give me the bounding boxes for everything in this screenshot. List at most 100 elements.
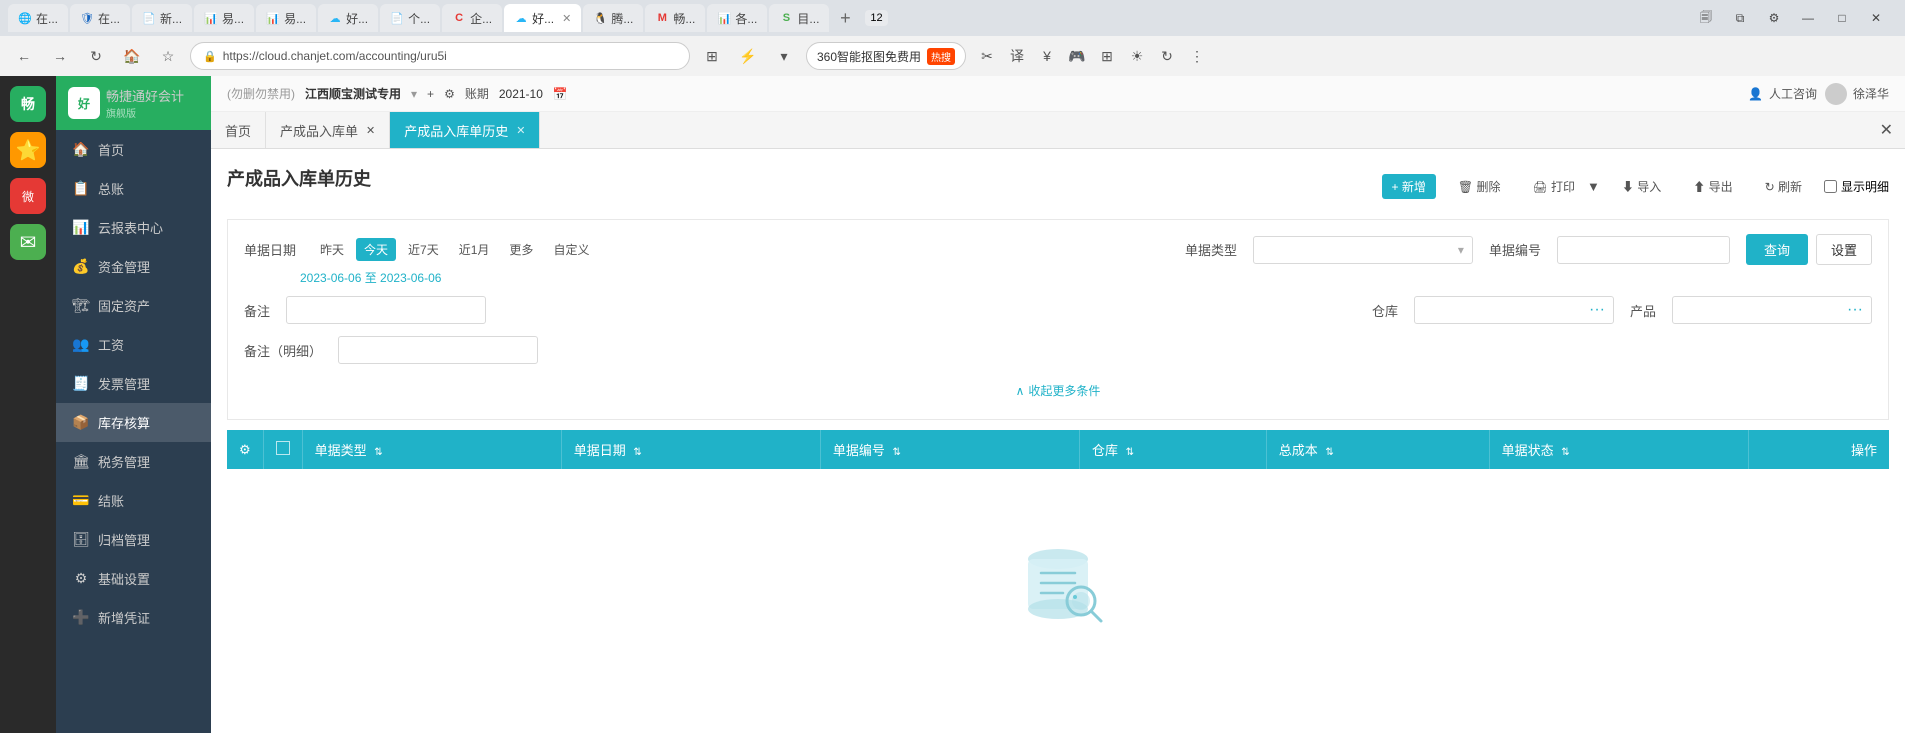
sidebar-item-tax[interactable]: 🏛 税务管理: [56, 442, 211, 481]
export-button[interactable]: ⬆ 导出: [1683, 174, 1742, 199]
col-doc-number[interactable]: 单据编号 ⇅: [820, 430, 1079, 469]
new-tab-button[interactable]: +: [831, 4, 859, 32]
date-btn-yesterday[interactable]: 昨天: [312, 238, 352, 261]
sidebar-item-home[interactable]: 🏠 首页: [56, 130, 211, 169]
company-settings-icon[interactable]: ⚙: [444, 87, 455, 101]
gear-col-icon[interactable]: ⚙: [239, 442, 251, 457]
date-btn-more[interactable]: 更多: [501, 238, 541, 261]
col-doc-status[interactable]: 单据状态 ⇅: [1489, 430, 1748, 469]
col-checkbox[interactable]: [263, 430, 302, 469]
user-avatar[interactable]: 徐泽华: [1825, 83, 1889, 105]
back-button[interactable]: ←: [10, 42, 38, 70]
customer-service-link[interactable]: 👤 人工咨询: [1748, 85, 1817, 102]
show-detail-checkbox[interactable]: [1824, 180, 1837, 193]
window-maximize-button[interactable]: □: [1829, 5, 1855, 31]
browser-tab-8[interactable]: C 企...: [442, 4, 502, 32]
window-settings-icon[interactable]: ⚙: [1761, 5, 1787, 31]
forward-button[interactable]: →: [46, 42, 74, 70]
browser-tab-11[interactable]: M 畅...: [645, 4, 705, 32]
sidebar-item-settings[interactable]: ⚙ 基础设置: [56, 559, 211, 598]
browser-tab-5[interactable]: 📊 易...: [256, 4, 316, 32]
col-total-cost[interactable]: 总成本 ⇅: [1266, 430, 1489, 469]
page-tab-list[interactable]: 产成品入库单 ✕: [266, 112, 390, 148]
sidebar-item-payroll[interactable]: 👥 工资: [56, 325, 211, 364]
detail-note-input[interactable]: [338, 336, 538, 364]
print-dropdown[interactable]: 🖨 打印 ▼: [1522, 174, 1599, 199]
app-icon-chanjet[interactable]: 畅: [10, 86, 46, 122]
doc-number-input[interactable]: [1557, 236, 1730, 264]
app-icon-weibo[interactable]: 微: [10, 178, 46, 214]
doc-type-select[interactable]: ▾: [1253, 236, 1473, 264]
col-gear[interactable]: ⚙: [227, 430, 263, 469]
page-tab-close-list[interactable]: ✕: [366, 124, 375, 137]
extensions-button[interactable]: ⊞: [698, 42, 726, 70]
home-button[interactable]: 🏠: [118, 42, 146, 70]
delete-button[interactable]: 🗑 删除: [1448, 174, 1511, 199]
browser-tab-9[interactable]: ☁ 好... ✕: [504, 4, 581, 32]
filter-settings-button[interactable]: 设置: [1816, 234, 1872, 265]
address-input[interactable]: 🔒 https://cloud.chanjet.com/accounting/u…: [190, 42, 690, 70]
col-doc-date[interactable]: 单据日期 ⇅: [561, 430, 820, 469]
more-menu-icon[interactable]: ⋮: [1184, 43, 1210, 69]
search-bar[interactable]: 360智能抠图免费用 热搜: [806, 42, 966, 70]
currency-icon[interactable]: ¥: [1034, 43, 1060, 69]
product-input[interactable]: ···: [1672, 296, 1872, 324]
warehouse-input[interactable]: ···: [1414, 296, 1614, 324]
sidebar-item-invoice[interactable]: 🧾 发票管理: [56, 364, 211, 403]
sidebar-item-new-voucher[interactable]: ➕ 新增凭证: [56, 598, 211, 637]
reload-button[interactable]: ↻: [82, 42, 110, 70]
product-dots-icon[interactable]: ···: [1847, 301, 1863, 319]
app-icon-mail[interactable]: ✉: [10, 224, 46, 260]
sidebar-item-general-ledger[interactable]: 📋 总账: [56, 169, 211, 208]
sidebar-item-fixed-assets[interactable]: 🏗 固定资产: [56, 286, 211, 325]
page-tab-main[interactable]: 首页: [211, 112, 266, 148]
company-dropdown-icon[interactable]: ▾: [411, 87, 417, 101]
app-icon-star[interactable]: ⭐: [10, 132, 46, 168]
page-tab-close-history[interactable]: ✕: [516, 124, 525, 137]
window-minimize-icon[interactable]: 🗐: [1693, 5, 1719, 31]
date-btn-7days[interactable]: 近7天: [400, 238, 447, 261]
note-input[interactable]: [286, 296, 486, 324]
sidebar-item-archive[interactable]: 🗄 归档管理: [56, 520, 211, 559]
refresh-button[interactable]: ↻ 刷新: [1755, 174, 1812, 199]
add-button[interactable]: + 新增: [1382, 174, 1436, 199]
browser-tab-7[interactable]: 📄 个...: [380, 4, 440, 32]
tab-close-9[interactable]: ✕: [562, 12, 571, 25]
window-minimize-button[interactable]: —: [1795, 5, 1821, 31]
browser-tab-3[interactable]: 📄 新...: [132, 4, 192, 32]
game-icon[interactable]: 🎮: [1064, 43, 1090, 69]
browser-tab-6[interactable]: ☁ 好...: [318, 4, 378, 32]
collapse-filter-button[interactable]: ∧ 收起更多条件: [244, 376, 1872, 405]
sidebar-item-inventory[interactable]: 📦 库存核算: [56, 403, 211, 442]
close-panel-button[interactable]: ✕: [1868, 112, 1905, 148]
date-btn-custom[interactable]: 自定义: [545, 238, 597, 261]
import-button[interactable]: ⬇ 导入: [1612, 174, 1671, 199]
apps-icon[interactable]: ⊞: [1094, 43, 1120, 69]
browser-tab-4[interactable]: 📊 易...: [194, 4, 254, 32]
browser-tab-12[interactable]: 📊 各...: [707, 4, 767, 32]
calendar-icon[interactable]: 📅: [553, 87, 568, 101]
sidebar-item-funds[interactable]: 💰 资金管理: [56, 247, 211, 286]
sidebar-item-reports[interactable]: 📊 云报表中心: [56, 208, 211, 247]
select-all-checkbox[interactable]: [276, 441, 290, 455]
brightness-icon[interactable]: ☀: [1124, 43, 1150, 69]
browser-tab-13[interactable]: S 目...: [769, 4, 829, 32]
scissors-icon[interactable]: ✂: [974, 43, 1000, 69]
window-close-button[interactable]: ✕: [1863, 5, 1889, 31]
page-tab-history[interactable]: 产成品入库单历史 ✕: [390, 112, 540, 148]
browser-tab-2[interactable]: 🛡 在...: [70, 4, 130, 32]
bookmark-button[interactable]: ☆: [154, 42, 182, 70]
lightning-button[interactable]: ⚡: [734, 42, 762, 70]
window-restore-icon[interactable]: ⧉: [1727, 5, 1753, 31]
sync-icon[interactable]: ↻: [1154, 43, 1180, 69]
date-btn-today[interactable]: 今天: [356, 238, 396, 261]
warehouse-dots-icon[interactable]: ···: [1589, 301, 1605, 319]
browser-tab-10[interactable]: 🐧 腾...: [583, 4, 643, 32]
print-button[interactable]: 🖨 打印: [1522, 174, 1585, 199]
nav-logo[interactable]: 好 畅捷通好会计 旗舰版: [56, 76, 211, 130]
col-doc-type[interactable]: 单据类型 ⇅: [302, 430, 561, 469]
browser-tab-1[interactable]: 🌐 在...: [8, 4, 68, 32]
print-dropdown-arrow[interactable]: ▼: [1587, 179, 1600, 194]
add-company-button[interactable]: +: [427, 87, 434, 101]
sidebar-item-checkout[interactable]: 💳 结账: [56, 481, 211, 520]
